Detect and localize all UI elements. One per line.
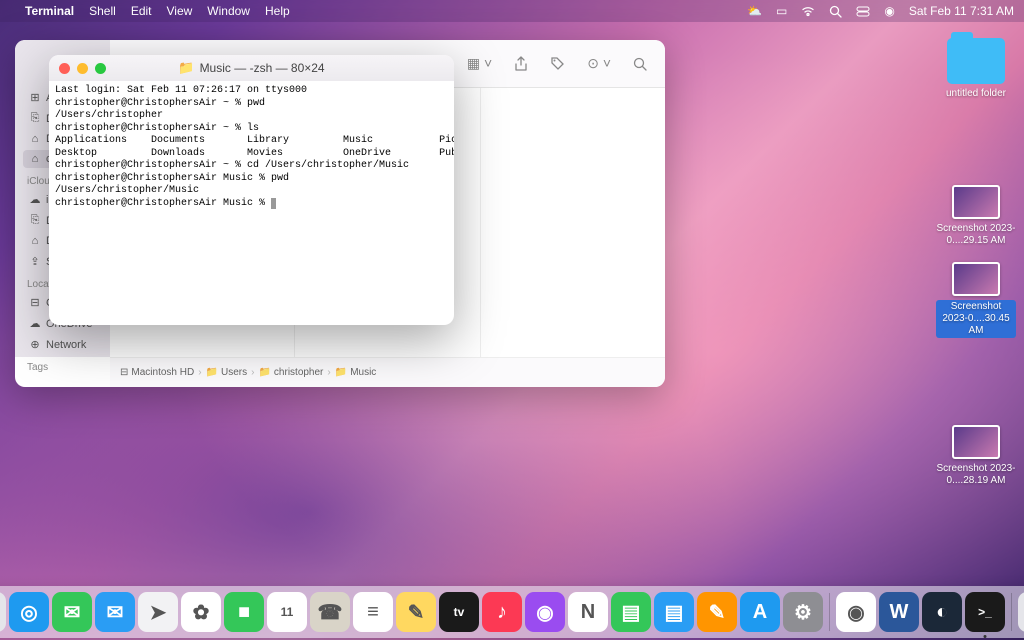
dock-keynote[interactable]: ▤ [654, 592, 694, 632]
dock-messages[interactable]: ✉ [52, 592, 92, 632]
folder-icon: 📁 [178, 60, 194, 76]
window-title: 📁 Music — -zsh — 80×24 [49, 60, 454, 76]
status-icon[interactable]: ⛅ [747, 4, 762, 18]
screenshot-icon [952, 185, 1000, 219]
terminal-window[interactable]: 📁 Music — -zsh — 80×24 Last login: Sat F… [49, 55, 454, 325]
disk-icon: ⊟ [29, 296, 41, 309]
screenshot-icon [952, 425, 1000, 459]
dock-music[interactable]: ♪ [482, 592, 522, 632]
desktop-icon: ⌂ [29, 133, 41, 145]
desktop-icon: ⌂ [29, 235, 41, 247]
dock-word[interactable]: W [879, 592, 919, 632]
path-crumb[interactable]: 📁 Users [206, 367, 248, 378]
menubar: Terminal Shell Edit View Window Help ⛅ ▭… [0, 0, 1024, 22]
menu-help[interactable]: Help [265, 4, 290, 18]
dock-notes[interactable]: ✎ [396, 592, 436, 632]
menu-shell[interactable]: Shell [89, 4, 116, 18]
cloud-icon: ☁ [29, 193, 41, 206]
shared-icon: ⇪ [29, 255, 41, 268]
tag-icon[interactable] [550, 56, 565, 71]
desktop-screenshot-1[interactable]: Screenshot 2023-0....29.15 AM [936, 185, 1016, 247]
more-icon[interactable]: ⊙ ˅ [587, 55, 611, 72]
search-icon[interactable] [633, 57, 647, 71]
view-mode-icon[interactable]: ▦ ˅ [467, 55, 492, 72]
terminal-titlebar[interactable]: 📁 Music — -zsh — 80×24 [49, 55, 454, 81]
spotlight-icon[interactable] [829, 5, 842, 18]
doc-icon: ⎘ [29, 112, 41, 125]
dock-calendar[interactable]: 11 [267, 592, 307, 632]
dock-downloads[interactable]: ⤓ [1018, 592, 1024, 632]
dock-tv[interactable]: tv [439, 592, 479, 632]
menu-view[interactable]: View [167, 4, 193, 18]
share-icon[interactable] [514, 56, 528, 72]
dock-appstore[interactable]: A [740, 592, 780, 632]
clock[interactable]: Sat Feb 11 7:31 AM [909, 4, 1014, 18]
app-icon: ⊞ [29, 91, 41, 104]
dock-photos[interactable]: ✿ [181, 592, 221, 632]
dock-settings[interactable]: ⚙ [783, 592, 823, 632]
sidebar-item-network[interactable]: ⊕Network [23, 335, 102, 354]
desktop-screenshot-2[interactable]: Screenshot 2023-0....30.45 AM [936, 262, 1016, 338]
menu-window[interactable]: Window [207, 4, 250, 18]
desktop-screenshot-3[interactable]: Screenshot 2023-0....28.19 AM [936, 425, 1016, 487]
control-center-icon[interactable] [856, 6, 870, 17]
dock-maps[interactable]: ➤ [138, 592, 178, 632]
app-menu[interactable]: Terminal [25, 4, 74, 18]
path-crumb[interactable]: 📁 Music [335, 367, 377, 378]
dock-chrome[interactable]: ◉ [836, 592, 876, 632]
screenshot-icon [952, 262, 1000, 296]
finder-pathbar: ⊟ Macintosh HD› 📁 Users› 📁 christopher› … [110, 357, 665, 387]
dock-podcasts[interactable]: ◉ [525, 592, 565, 632]
dock-safari[interactable]: ◎ [9, 592, 49, 632]
dock-facetime[interactable]: ■ [224, 592, 264, 632]
path-crumb[interactable]: 📁 christopher [258, 367, 323, 378]
dock: ☺⊞◎✉✉➤✿■11☎≡✎tv♪◉N▤▤✎A⚙◉W◐>_⤓🗑 [0, 586, 1024, 638]
close-button[interactable] [59, 63, 70, 74]
desktop-folder[interactable]: untitled folder [936, 38, 1016, 100]
dock-news[interactable]: N [568, 592, 608, 632]
dock-terminal[interactable]: >_ [965, 592, 1005, 632]
home-icon: ⌂ [29, 153, 41, 165]
dock-contacts[interactable]: ☎ [310, 592, 350, 632]
siri-icon[interactable]: ◉ [884, 4, 894, 18]
menu-edit[interactable]: Edit [131, 4, 152, 18]
terminal-output[interactable]: Last login: Sat Feb 11 07:26:17 on ttys0… [49, 81, 454, 214]
battery-icon[interactable]: ▭ [776, 4, 787, 18]
dock-pages[interactable]: ✎ [697, 592, 737, 632]
network-icon: ⊕ [29, 338, 41, 351]
cloud-icon: ☁ [29, 317, 41, 330]
doc-icon: ⎘ [29, 214, 41, 227]
dock-mail[interactable]: ✉ [95, 592, 135, 632]
dock-launchpad[interactable]: ⊞ [0, 592, 6, 632]
dock-steam[interactable]: ◐ [922, 592, 962, 632]
folder-icon [947, 38, 1005, 84]
wifi-icon[interactable] [801, 6, 815, 17]
dock-numbers[interactable]: ▤ [611, 592, 651, 632]
zoom-button[interactable] [95, 63, 106, 74]
path-crumb[interactable]: ⊟ Macintosh HD [120, 367, 194, 378]
minimize-button[interactable] [77, 63, 88, 74]
sidebar-section-tags: Tags [27, 362, 102, 373]
dock-reminders[interactable]: ≡ [353, 592, 393, 632]
